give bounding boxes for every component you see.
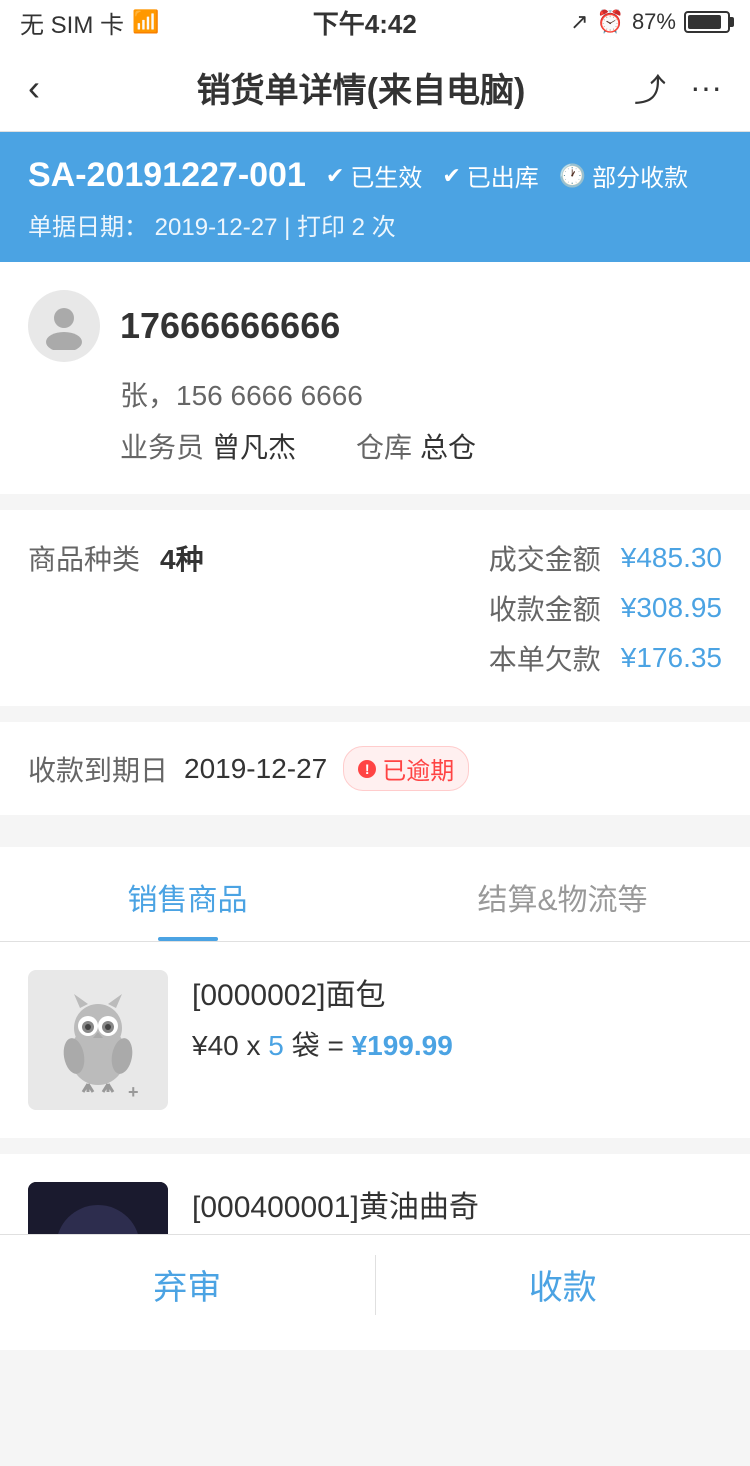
sales-value: 曾凡杰 [212, 426, 296, 466]
types-value: 4种 [160, 538, 204, 578]
nav-bar: ‹ 销货单详情(来自电脑) ⤴ ··· [0, 44, 750, 132]
bottom-bar: 弃审 收款 [0, 1234, 750, 1334]
warehouse-item: 仓库 总仓 [356, 426, 476, 466]
print-info: | 打印 2 次 [284, 214, 396, 241]
types-label: 商品种类 [28, 538, 140, 578]
check-icon-2: ✔ [442, 163, 460, 189]
customer-section: 17666666666 张，156 6666 6666 业务员 曾凡杰 仓库 总… [0, 262, 750, 494]
order-id: SA-20191227-001 [28, 156, 306, 195]
status-time: 下午4:42 [313, 4, 417, 41]
customer-top: 17666666666 [28, 290, 722, 362]
order-date-row: 单据日期： 2019-12-27 | 打印 2 次 [28, 207, 722, 242]
owl-icon: + [38, 980, 158, 1100]
status-bar: 无 SIM 卡 📶 下午4:42 ↗ ⏰ 87% [0, 0, 750, 44]
nav-actions: ⤴ ··· [634, 65, 722, 111]
overdue-text: 已逾期 [382, 751, 454, 786]
debt-amount: ¥176.35 [621, 642, 722, 674]
abandon-button[interactable]: 弃审 [0, 1235, 375, 1334]
status-label-3: 部分收款 [592, 158, 688, 193]
tab-sales-products[interactable]: 销售商品 [0, 847, 375, 941]
receipt-amount: ¥308.95 [621, 592, 722, 624]
battery-label: 87% [632, 9, 676, 35]
debt-label: 本单欠款 [489, 638, 601, 678]
status-tag-3: 🕐 部分收款 [559, 158, 688, 193]
status-left: 无 SIM 卡 📶 [20, 5, 159, 40]
overdue-icon: ! [358, 760, 376, 778]
battery-icon [684, 11, 730, 33]
product-types: 商品种类 4种 [28, 538, 204, 578]
tabs-section: 销售商品 结算&物流等 [0, 847, 750, 942]
tab-settlement[interactable]: 结算&物流等 [375, 847, 750, 941]
location-icon: ↗ [570, 9, 588, 35]
sales-label: 业务员 [120, 426, 204, 466]
product-price-row-1: ¥40 x 5 袋 = ¥199.99 [192, 1024, 722, 1064]
page-title: 销货单详情(来自电脑) [197, 63, 526, 112]
collect-button[interactable]: 收款 [376, 1235, 750, 1334]
tab-underline [158, 937, 218, 941]
more-button[interactable]: ··· [690, 69, 722, 106]
back-button[interactable]: ‹ [28, 67, 88, 109]
svg-text:+: + [128, 1082, 139, 1100]
product-img-1: + [28, 970, 168, 1110]
deal-row: 成交金额 ¥485.30 [489, 538, 722, 578]
separator [0, 831, 750, 847]
due-section: 收款到期日 2019-12-27 ! 已逾期 [0, 722, 750, 815]
financial-section: 商品种类 4种 成交金额 ¥485.30 收款金额 ¥308.95 本单欠款 ¥… [0, 510, 750, 706]
product-item-1: + [0000002]面包 ¥40 x 5 袋 = ¥199.99 [0, 942, 750, 1138]
date-label: 单据日期： [28, 214, 148, 241]
alarm-icon: ⏰ [597, 9, 624, 35]
customer-meta: 业务员 曾凡杰 仓库 总仓 [120, 426, 722, 466]
date-value: 2019-12-27 [155, 214, 278, 241]
warehouse-value: 总仓 [420, 426, 476, 466]
tab-label-2: 结算&物流等 [477, 884, 647, 917]
status-label-1: 已生效 [350, 158, 422, 193]
clock-icon: 🕐 [559, 163, 586, 189]
share-button[interactable]: ⤴ [634, 65, 666, 111]
tabs-row: 销售商品 结算&物流等 [0, 847, 750, 941]
product-price-1: ¥40 [192, 1030, 239, 1061]
wifi-icon: 📶 [132, 9, 159, 35]
status-right: ↗ ⏰ 87% [570, 9, 730, 35]
order-id-row: SA-20191227-001 ✔ 已生效 ✔ 已出库 🕐 部分收款 [28, 156, 722, 195]
warehouse-label: 仓库 [356, 426, 412, 466]
status-label-2: 已出库 [467, 158, 539, 193]
customer-account-id: 17666666666 [120, 305, 340, 347]
product-total-1: ¥199.99 [352, 1030, 453, 1061]
deal-amount: ¥485.30 [621, 542, 722, 574]
product-name-2: [000400001]黄油曲奇 [192, 1182, 722, 1226]
receipt-row: 收款金额 ¥308.95 [489, 588, 722, 628]
product-unit-1: 袋 [292, 1030, 320, 1061]
customer-name-phone: 张，156 6666 6666 [120, 374, 722, 414]
status-tag-2: ✔ 已出库 [442, 158, 538, 193]
tab-label-1: 销售商品 [128, 884, 248, 917]
check-icon-1: ✔ [326, 163, 344, 189]
due-label: 收款到期日 [28, 749, 168, 789]
carrier-label: 无 SIM 卡 [20, 5, 124, 40]
deal-label: 成交金额 [489, 538, 601, 578]
sales-item: 业务员 曾凡杰 [120, 426, 296, 466]
status-tag-1: ✔ 已生效 [326, 158, 422, 193]
product-name-1: [0000002]面包 [192, 970, 722, 1014]
person-icon [40, 302, 88, 350]
order-header: SA-20191227-001 ✔ 已生效 ✔ 已出库 🕐 部分收款 单据日期：… [0, 132, 750, 262]
receipt-label: 收款金额 [489, 588, 601, 628]
financial-top: 商品种类 4种 成交金额 ¥485.30 收款金额 ¥308.95 本单欠款 ¥… [28, 538, 722, 678]
product-info-1: [0000002]面包 ¥40 x 5 袋 = ¥199.99 [192, 970, 722, 1064]
overdue-badge: ! 已逾期 [343, 746, 469, 791]
due-date: 2019-12-27 [184, 753, 327, 785]
product-qty-1: 5 [268, 1030, 284, 1061]
debt-row: 本单欠款 ¥176.35 [489, 638, 722, 678]
avatar [28, 290, 100, 362]
financial-right: 成交金额 ¥485.30 收款金额 ¥308.95 本单欠款 ¥176.35 [489, 538, 722, 678]
